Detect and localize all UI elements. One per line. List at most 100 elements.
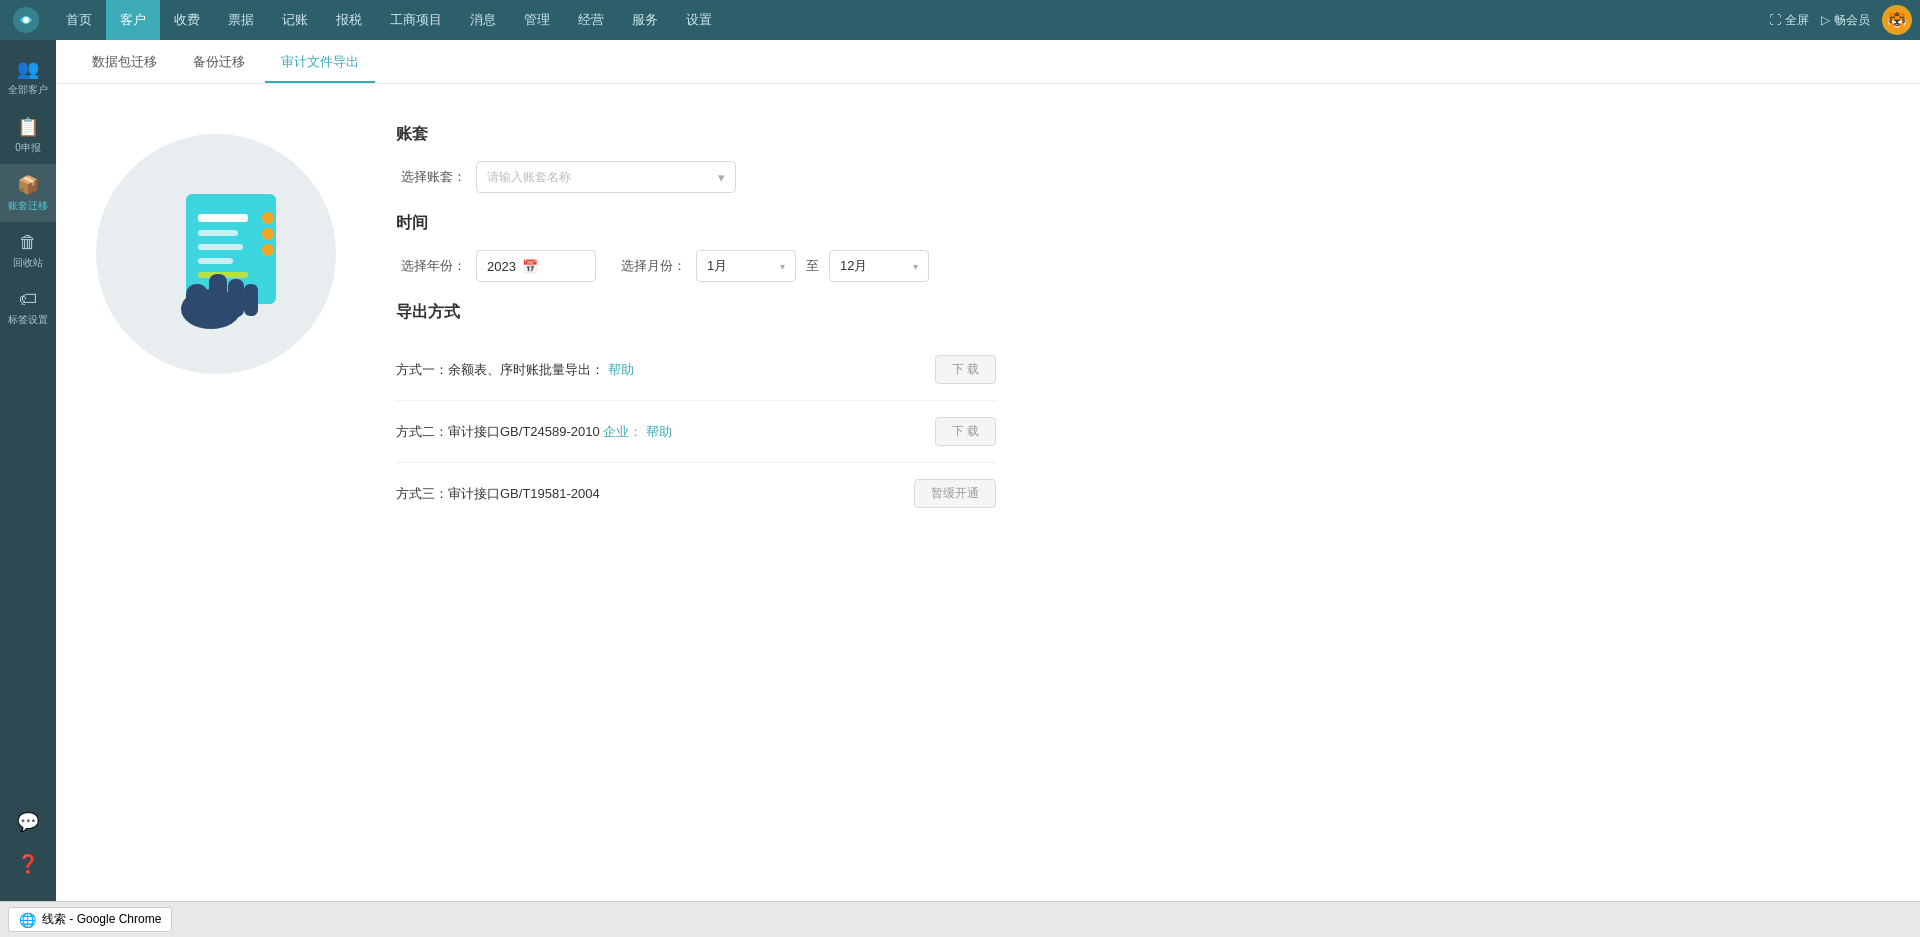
nav-invoice[interactable]: 票据 bbox=[214, 0, 268, 40]
taskbar: 🌐 线索 - Google Chrome bbox=[0, 901, 1920, 937]
sidebar: 👥 全部客户 📋 0申报 📦 账套迁移 🗑 回收站 🏷 标签设置 💬 ❓ bbox=[0, 40, 56, 901]
svg-point-7 bbox=[262, 212, 274, 224]
taskbar-chrome-label: 线索 - Google Chrome bbox=[42, 911, 161, 928]
sidebar-item-recycle[interactable]: 🗑 回收站 bbox=[0, 222, 56, 279]
migration-icon: 📦 bbox=[17, 174, 39, 196]
nav-home[interactable]: 首页 bbox=[52, 0, 106, 40]
declaration-icon: 📋 bbox=[17, 116, 39, 138]
account-section-title: 账套 bbox=[396, 124, 996, 145]
year-value: 2023 bbox=[487, 259, 516, 274]
nav-fee[interactable]: 收费 bbox=[160, 0, 214, 40]
method-2-company: 企业： bbox=[603, 424, 642, 439]
sidebar-item-help[interactable]: ❓ bbox=[0, 843, 56, 885]
svg-rect-6 bbox=[198, 258, 233, 264]
tab-audit-export[interactable]: 审计文件导出 bbox=[265, 43, 375, 83]
tag-icon: 🏷 bbox=[19, 289, 37, 310]
member-icon: ▷ bbox=[1821, 13, 1830, 27]
year-input[interactable]: 2023 📅 bbox=[476, 250, 596, 282]
month-label: 选择月份： bbox=[616, 257, 686, 275]
method-2-download-btn[interactable]: 下 载 bbox=[935, 417, 996, 446]
nav-manage[interactable]: 管理 bbox=[510, 0, 564, 40]
time-row: 选择年份： 2023 📅 选择月份： 1月 ▾ 至 12月 ▾ bbox=[396, 250, 996, 282]
sidebar-bottom: 💬 ❓ bbox=[0, 801, 56, 901]
taskbar-chrome[interactable]: 🌐 线索 - Google Chrome bbox=[8, 907, 172, 932]
account-label: 选择账套： bbox=[396, 168, 466, 186]
export-section: 方式一：余额表、序时账批量导出： 帮助 下 载 方式二：审计接口GB/T2458… bbox=[396, 339, 996, 524]
account-dropdown-icon: ▾ bbox=[718, 170, 725, 185]
nav-service[interactable]: 服务 bbox=[618, 0, 672, 40]
sidebar-label-account-migration: 账套迁移 bbox=[8, 200, 48, 212]
nav-biz-project[interactable]: 工商项目 bbox=[376, 0, 456, 40]
account-input[interactable]: 请输入账套名称 ▾ bbox=[476, 161, 736, 193]
help-icon: ❓ bbox=[17, 853, 39, 875]
fullscreen-btn[interactable]: ⛶ 全屏 bbox=[1769, 12, 1809, 29]
nav-message[interactable]: 消息 bbox=[456, 0, 510, 40]
sidebar-label-zero-declaration: 0申报 bbox=[15, 142, 41, 154]
nav-items: 首页 客户 收费 票据 记账 报税 工商项目 消息 管理 经营 服务 设置 bbox=[52, 0, 1769, 40]
sidebar-label-recycle: 回收站 bbox=[13, 257, 43, 269]
account-placeholder: 请输入账套名称 bbox=[487, 169, 571, 186]
member-btn[interactable]: ▷ 畅会员 bbox=[1821, 12, 1870, 29]
svg-point-1 bbox=[23, 17, 29, 23]
svg-rect-14 bbox=[228, 279, 244, 317]
month-end-arrow: ▾ bbox=[913, 261, 918, 272]
avatar[interactable]: 🐯 bbox=[1882, 5, 1912, 35]
nav-tax[interactable]: 报税 bbox=[322, 0, 376, 40]
tab-backup-migration[interactable]: 备份迁移 bbox=[177, 43, 261, 83]
chrome-icon: 🌐 bbox=[19, 912, 36, 928]
export-section-title: 导出方式 bbox=[396, 302, 996, 323]
svg-rect-15 bbox=[244, 284, 258, 316]
main-layout: 👥 全部客户 📋 0申报 📦 账套迁移 🗑 回收站 🏷 标签设置 💬 ❓ bbox=[0, 40, 1920, 901]
method-3-text: 方式三：审计接口GB/T19581-2004 bbox=[396, 485, 600, 503]
calendar-icon: 📅 bbox=[522, 259, 538, 274]
nav-customer[interactable]: 客户 bbox=[106, 0, 160, 40]
sidebar-item-tag-settings[interactable]: 🏷 标签设置 bbox=[0, 279, 56, 336]
nav-settings[interactable]: 设置 bbox=[672, 0, 726, 40]
svg-rect-5 bbox=[198, 244, 243, 250]
nav-operation[interactable]: 经营 bbox=[564, 0, 618, 40]
method-2-help-link[interactable]: 帮助 bbox=[646, 424, 672, 439]
svg-rect-4 bbox=[198, 230, 238, 236]
account-row: 选择账套： 请输入账套名称 ▾ bbox=[396, 161, 996, 193]
page-content: 账套 选择账套： 请输入账套名称 ▾ 时间 选择年份： 2023 📅 bbox=[56, 84, 1920, 901]
export-method-1: 方式一：余额表、序时账批量导出： 帮助 下 载 bbox=[396, 339, 996, 401]
month-end-select[interactable]: 12月 ▾ bbox=[829, 250, 929, 282]
top-nav-right: ⛶ 全屏 ▷ 畅会员 🐯 bbox=[1769, 5, 1912, 35]
top-navigation: 首页 客户 收费 票据 记账 报税 工商项目 消息 管理 经营 服务 设置 ⛶ … bbox=[0, 0, 1920, 40]
svg-point-9 bbox=[262, 244, 274, 256]
time-section-title: 时间 bbox=[396, 213, 996, 234]
illustration-container bbox=[96, 114, 336, 374]
export-method-2: 方式二：审计接口GB/T24589-2010 企业： 帮助 下 载 bbox=[396, 401, 996, 463]
year-label: 选择年份： bbox=[396, 257, 466, 275]
tab-bar: 数据包迁移 备份迁移 审计文件导出 bbox=[56, 40, 1920, 84]
sidebar-label-all-customers: 全部客户 bbox=[8, 84, 48, 96]
tab-data-migration[interactable]: 数据包迁移 bbox=[76, 43, 173, 83]
sidebar-item-chat[interactable]: 💬 bbox=[0, 801, 56, 843]
sidebar-item-zero-declaration[interactable]: 📋 0申报 bbox=[0, 106, 56, 164]
month-start-value: 1月 bbox=[707, 257, 727, 275]
form-area: 账套 选择账套： 请输入账套名称 ▾ 时间 选择年份： 2023 📅 bbox=[396, 114, 996, 524]
sidebar-item-account-migration[interactable]: 📦 账套迁移 bbox=[0, 164, 56, 222]
export-method-3: 方式三：审计接口GB/T19581-2004 暂缓开通 bbox=[396, 463, 996, 524]
chat-icon: 💬 bbox=[17, 811, 39, 833]
nav-bookkeeping[interactable]: 记账 bbox=[268, 0, 322, 40]
method-3-open-btn[interactable]: 暂缓开通 bbox=[914, 479, 996, 508]
svg-rect-13 bbox=[209, 274, 227, 319]
method-1-download-btn[interactable]: 下 载 bbox=[935, 355, 996, 384]
sidebar-item-all-customers[interactable]: 👥 全部客户 bbox=[0, 48, 56, 106]
sidebar-label-tag-settings: 标签设置 bbox=[8, 314, 48, 326]
content-area: 数据包迁移 备份迁移 审计文件导出 bbox=[56, 40, 1920, 901]
app-logo bbox=[8, 2, 44, 38]
separator: 至 bbox=[806, 257, 819, 275]
recycle-icon: 🗑 bbox=[19, 232, 37, 253]
svg-rect-12 bbox=[186, 284, 208, 324]
svg-rect-3 bbox=[198, 214, 248, 222]
illustration bbox=[96, 134, 336, 374]
customers-icon: 👥 bbox=[17, 58, 39, 80]
month-end-value: 12月 bbox=[840, 257, 867, 275]
month-start-arrow: ▾ bbox=[780, 261, 785, 272]
fullscreen-icon: ⛶ bbox=[1769, 13, 1781, 27]
method-2-text: 方式二：审计接口GB/T24589-2010 企业： 帮助 bbox=[396, 423, 672, 441]
method-1-help-link[interactable]: 帮助 bbox=[608, 362, 634, 377]
month-start-select[interactable]: 1月 ▾ bbox=[696, 250, 796, 282]
